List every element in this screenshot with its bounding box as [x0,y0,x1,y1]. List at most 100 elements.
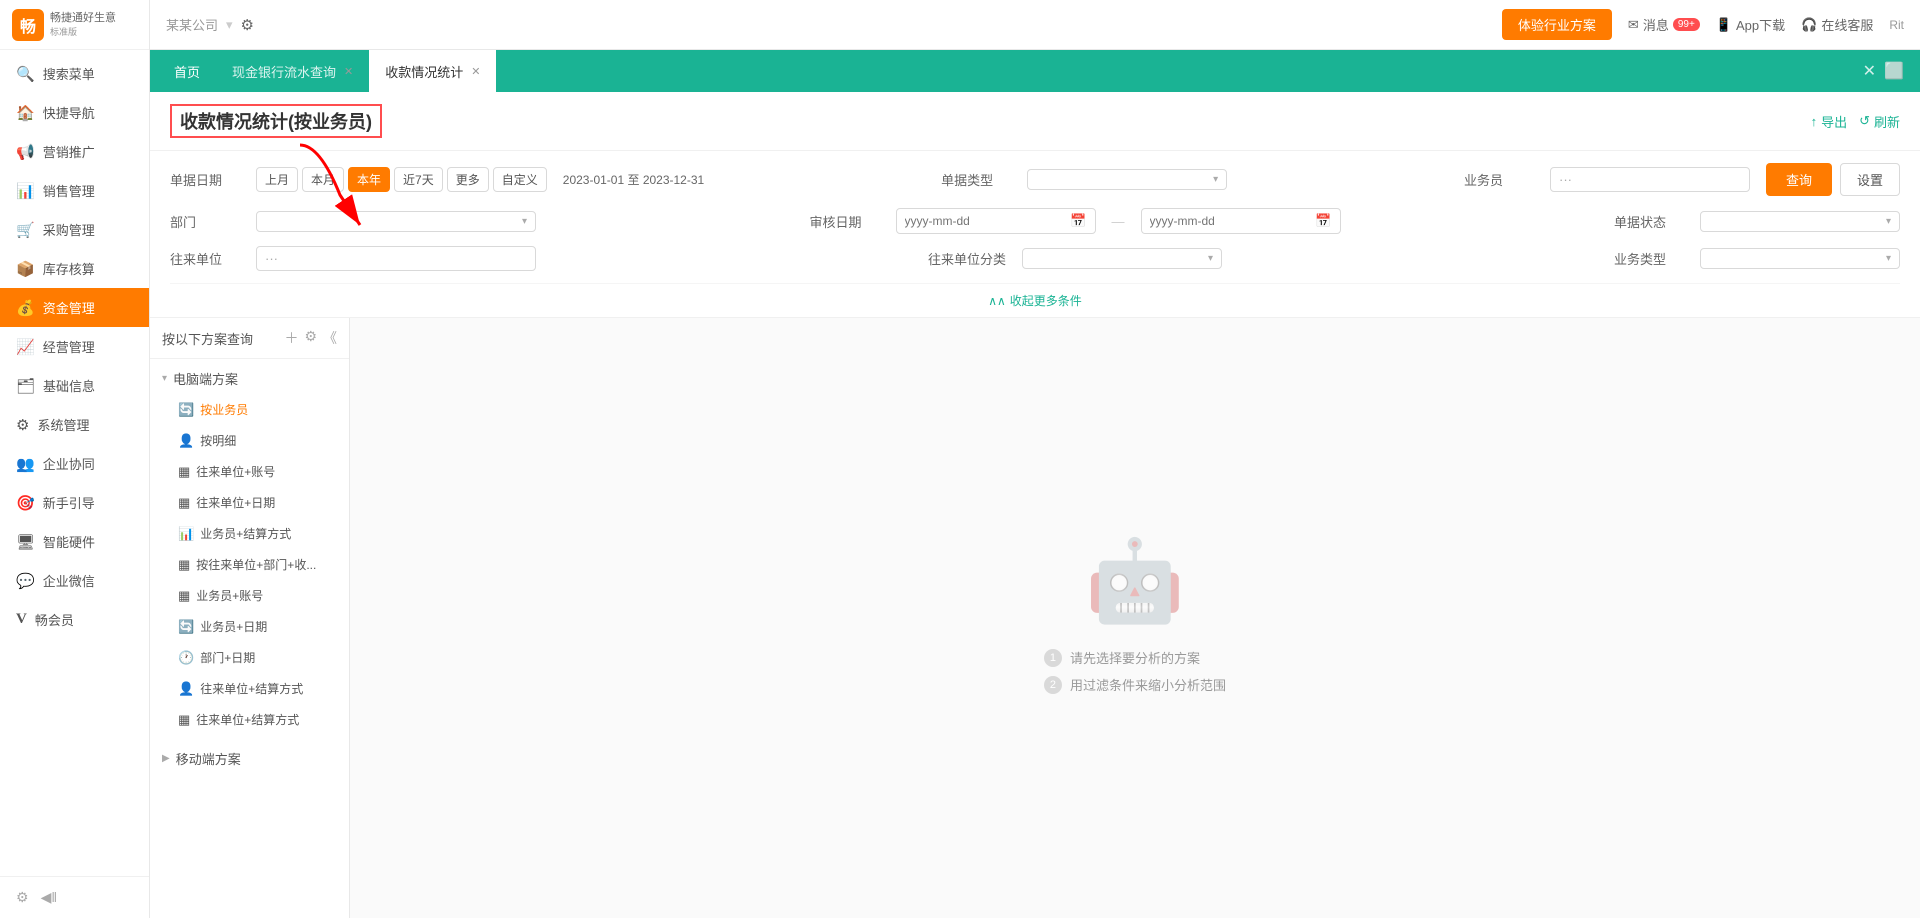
date-btn-this-month[interactable]: 本月 [302,167,344,192]
tab-home[interactable]: 首页 [158,50,216,92]
collapse-panel-icon[interactable]: 《 [323,328,337,348]
sidebar-item-quicknav[interactable]: 🏠 快捷导航 [0,93,149,132]
biz-type-select[interactable]: ▾ [1700,248,1900,269]
filter-settings-button[interactable]: 设置 [1840,163,1900,196]
scheme-unit-settle1[interactable]: 👤 往来单位+结算方式 [150,673,349,704]
content-area: 按以下方案查询 ＋ ⚙ 《 ▾ 电脑端方案 🔄 按业务员 [150,318,1920,918]
tab-bank[interactable]: 现金银行流水查询 ✕ [216,50,369,92]
date-btn-custom[interactable]: 自定义 [493,167,547,192]
sidebar-item-base[interactable]: 🗂 基础信息 [0,366,149,405]
sidebar-item-inventory[interactable]: 📦 库存核算 [0,249,149,288]
tab-collection[interactable]: 收款情况统计 ✕ [369,50,496,92]
scheme-unit-date[interactable]: ▦ 往来单位+日期 [150,487,349,518]
maximize-window-icon[interactable]: ⬜ [1884,61,1904,81]
date-btn-this-year[interactable]: 本年 [348,167,390,192]
doc-type-select[interactable]: ▾ [1027,169,1227,190]
query-button[interactable]: 查询 [1766,163,1832,196]
dept-select[interactable]: ▾ [256,211,536,232]
sidebar-item-guide[interactable]: 🎯 新手引导 [0,483,149,522]
left-panel-actions: ＋ ⚙ 《 [284,328,337,348]
calendar-to-icon[interactable]: 📅 [1315,213,1331,229]
add-scheme-icon[interactable]: ＋ [284,328,298,348]
review-date-to-input[interactable] [1150,214,1312,228]
desktop-scheme-group: ▾ 电脑端方案 🔄 按业务员 👤 按明细 ▦ 往来单位+账号 [150,359,349,739]
review-date-from-input[interactable] [905,214,1067,228]
topbar: 某某公司 ▾ ⚙ 体验行业方案 ✉ 消息 99+ 📱 App下载 🎧 在线客服 … [150,0,1920,50]
counterparty-more-icon[interactable]: ··· [265,251,278,266]
user-name[interactable]: Rit [1889,18,1904,32]
online-service-area[interactable]: 🎧 在线客服 [1801,15,1873,34]
scheme-unit-account-icon: ▦ [178,464,190,480]
close-collection-tab-icon[interactable]: ✕ [471,65,480,78]
calendar-from-icon[interactable]: 📅 [1070,213,1086,229]
sidebar-item-hardware[interactable]: 🖥 智能硬件 [0,522,149,561]
counterparty-cat-select[interactable]: ▾ [1022,248,1222,269]
breadcrumb-arrow-icon: ▾ [226,17,233,33]
export-button[interactable]: ↑ 导出 [1811,112,1848,131]
counterparty-cat-chevron-icon: ▾ [1208,253,1213,264]
review-date-from[interactable]: 📅 [896,208,1096,234]
refresh-icon: ↺ [1859,113,1870,129]
scheme-unit-settle2[interactable]: ▦ 往来单位+结算方式 [150,704,349,735]
close-bank-tab-icon[interactable]: ✕ [344,65,353,78]
date-btn-more[interactable]: 更多 [447,167,489,192]
trial-button[interactable]: 体验行业方案 [1502,9,1612,40]
empty-step-1: 1 请先选择要分析的方案 [1044,648,1226,667]
counterparty-select[interactable]: ··· [256,246,536,271]
sidebar-item-sales[interactable]: 📊 销售管理 [0,171,149,210]
scheme-salesperson-date[interactable]: 🔄 业务员+日期 [150,611,349,642]
date-separator: — [1112,214,1125,229]
page-header: 收款情况统计(按业务员) ↑ 导出 ↺ 刷新 [150,92,1920,151]
desktop-group-header[interactable]: ▾ 电脑端方案 [150,363,349,394]
date-btn-last-month[interactable]: 上月 [256,167,298,192]
scheme-by-salesperson[interactable]: 🔄 按业务员 [150,394,349,425]
app-download-area[interactable]: 📱 App下载 [1716,15,1785,34]
marketing-icon: 📢 [16,143,35,161]
scheme-by-detail[interactable]: 👤 按明细 [150,425,349,456]
sidebar-item-finance[interactable]: 💰 资金管理 [0,288,149,327]
date-btn-7days[interactable]: 近7天 [394,167,443,192]
scheme-acct-icon: ▦ [178,588,190,604]
close-window-icon[interactable]: ✕ [1863,61,1876,81]
counterparty-label: 往来单位 [170,249,240,268]
sidebar-item-search[interactable]: 🔍 搜索菜单 [0,54,149,93]
settings-scheme-icon[interactable]: ⚙ [304,328,317,348]
doc-status-label: 单据状态 [1614,212,1684,231]
sidebar-item-member[interactable]: V 畅会员 [0,600,149,639]
export-icon: ↑ [1811,114,1818,129]
empty-step-2: 2 用过滤条件来缩小分析范围 [1044,675,1226,694]
bottom-settings-icon[interactable]: ⚙ [16,889,29,906]
sidebar-item-collab[interactable]: 👥 企业协同 [0,444,149,483]
sidebar-item-wechat[interactable]: 💬 企业微信 [0,561,149,600]
scheme-dept-date[interactable]: 🕐 部门+日期 [150,642,349,673]
scheme-us1-icon: 👤 [178,681,194,697]
filter-row-1: 单据日期 上月 本月 本年 近7天 更多 自定义 2023-01-01 至 20… [170,163,1900,196]
refresh-button[interactable]: ↺ 刷新 [1859,112,1900,131]
sidebar-item-purchase[interactable]: 🛒 采购管理 [0,210,149,249]
scheme-unit-account[interactable]: ▦ 往来单位+账号 [150,456,349,487]
sidebar-item-marketing[interactable]: 📢 营销推广 [0,132,149,171]
sidebar-item-system[interactable]: ⚙ 系统管理 [0,405,149,444]
salesperson-select[interactable]: ··· [1550,167,1750,192]
doc-type-chevron-icon: ▾ [1213,174,1218,185]
doc-status-select[interactable]: ▾ [1700,211,1900,232]
review-date-label: 审核日期 [810,212,880,231]
filter-row-3: 往来单位 ··· 往来单位分类 ▾ 业务类型 ▾ [170,246,1900,271]
logo-area: 畅 畅捷通好生意 标准版 [0,0,149,50]
settings-gear-icon[interactable]: ⚙ [241,16,254,34]
scheme-salesperson-settle[interactable]: 📊 业务员+结算方式 [150,518,349,549]
scheme-salesperson-acct[interactable]: ▦ 业务员+账号 [150,580,349,611]
purchase-icon: 🛒 [16,221,35,239]
sidebar-item-operations[interactable]: 📈 经营管理 [0,327,149,366]
inventory-icon: 📦 [16,260,35,278]
dept-chevron-icon: ▾ [522,216,527,227]
bottom-collapse-icon[interactable]: ◀‖ [41,889,58,906]
mobile-group-header[interactable]: ▶ 移动端方案 [150,743,349,774]
scheme-unit-dept-collect[interactable]: ▦ 按往来单位+部门+收... [150,549,349,580]
messages-area[interactable]: ✉ 消息 99+ [1628,15,1700,34]
salesperson-label: 业务员 [1464,170,1534,189]
collapse-bar[interactable]: ∧∧ 收起更多条件 [170,283,1900,317]
message-icon: ✉ [1628,17,1639,33]
review-date-to[interactable]: 📅 [1141,208,1341,234]
salesperson-more-icon[interactable]: ··· [1559,172,1572,187]
